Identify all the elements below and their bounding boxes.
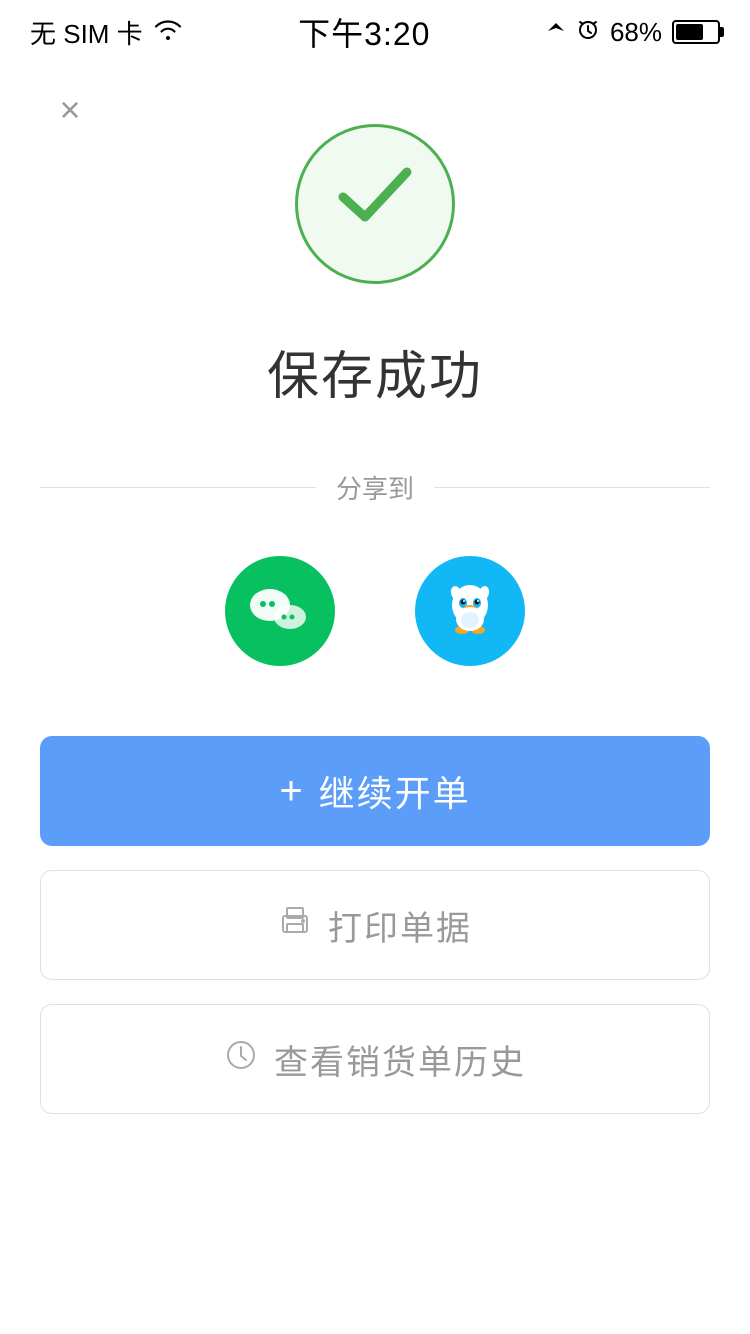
print-icon xyxy=(278,904,312,946)
battery-icon xyxy=(672,20,720,44)
share-divider: 分享到 xyxy=(40,469,710,506)
history-icon xyxy=(224,1038,258,1080)
alarm-icon xyxy=(576,17,600,48)
time-display: 下午3:20 xyxy=(298,9,430,55)
print-button[interactable]: 打印单据 xyxy=(40,870,710,980)
status-left: 无 SIM 卡 xyxy=(30,14,183,51)
history-button-label: 查看销货单历史 xyxy=(274,1035,526,1084)
qq-share-button[interactable] xyxy=(415,556,525,666)
close-icon: × xyxy=(59,92,80,128)
wechat-share-button[interactable] xyxy=(225,556,335,666)
checkmark-icon xyxy=(335,160,415,240)
divider-right xyxy=(434,487,710,488)
status-bar: 无 SIM 卡 下午3:20 68% xyxy=(0,0,750,64)
close-button[interactable]: × xyxy=(40,80,100,140)
share-label: 分享到 xyxy=(336,469,414,506)
location-icon xyxy=(546,17,566,48)
success-title: 保存成功 xyxy=(267,334,483,409)
continue-button-label: 继续开单 xyxy=(319,765,471,817)
battery-percentage: 68% xyxy=(610,17,662,48)
action-buttons: + 继续开单 打印单据 查看销货单历史 xyxy=(0,736,750,1114)
success-circle xyxy=(295,124,455,284)
divider-left xyxy=(40,487,316,488)
share-icons xyxy=(40,556,710,666)
sim-status: 无 SIM 卡 xyxy=(30,14,143,51)
history-button[interactable]: 查看销货单历史 xyxy=(40,1004,710,1114)
wifi-icon xyxy=(153,18,183,47)
status-right: 68% xyxy=(546,17,720,48)
continue-button[interactable]: + 继续开单 xyxy=(40,736,710,846)
plus-icon: + xyxy=(279,771,302,811)
print-button-label: 打印单据 xyxy=(328,901,472,950)
main-content: 保存成功 分享到 xyxy=(0,64,750,1114)
share-section: 分享到 xyxy=(0,469,750,666)
